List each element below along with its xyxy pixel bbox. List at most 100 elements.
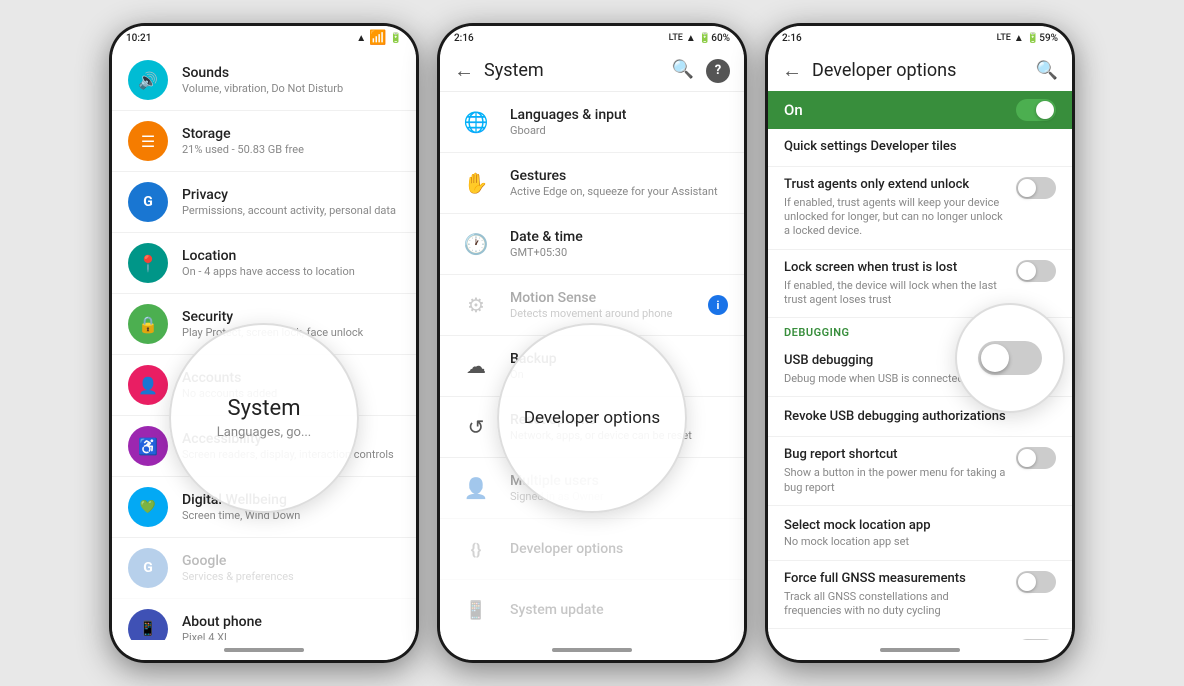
lock-screen-title: Lock screen when trust is lost	[784, 260, 1008, 277]
settings-item-storage[interactable]: ☰ Storage 21% used - 50.83 GB free	[112, 111, 416, 172]
location-sub: On - 4 apps have access to location	[182, 265, 400, 279]
circle-main-2: Developer options	[512, 408, 672, 428]
phone-3: 2:16 LTE ▲ 🔋59% ← Developer options 🔍 On…	[765, 23, 1075, 663]
settings-item-google[interactable]: G Google Services & preferences	[112, 538, 416, 599]
about-sub: Pixel 4 XL	[182, 631, 400, 640]
storage-sub: 21% used - 50.83 GB free	[182, 143, 400, 157]
system-item-update[interactable]: 📱 System update	[440, 580, 744, 640]
nav-bar-1	[112, 640, 416, 660]
backup-icon: ☁	[456, 346, 496, 386]
gnss-title: Force full GNSS measurements	[784, 571, 1008, 588]
settings-item-privacy[interactable]: G Privacy Permissions, account activity,…	[112, 172, 416, 233]
motion-sub: Detects movement around phone	[510, 307, 694, 321]
status-icons-1: ▲ 📶 🔋	[356, 30, 402, 46]
settings-item-sounds[interactable]: 🔊 Sounds Volume, vibration, Do Not Distu…	[112, 50, 416, 111]
usb-debug-toggle-large[interactable]	[978, 341, 1042, 375]
dev-item-view-attr[interactable]: Enable view attribute inspection	[768, 629, 1072, 640]
dev-options-title: Developer options	[812, 60, 1026, 81]
lock-screen-sub: If enabled, the device will lock when th…	[784, 279, 1008, 308]
status-bar-1: 10:21 ▲ 📶 🔋	[112, 26, 416, 50]
status-icons-2: LTE ▲ 🔋60%	[669, 33, 730, 44]
system-title: System	[484, 60, 662, 81]
privacy-sub: Permissions, account activity, personal …	[182, 204, 400, 218]
view-attr-toggle[interactable]	[1016, 639, 1056, 640]
usb-debug-circle	[955, 303, 1065, 413]
datetime-icon: 🕐	[456, 224, 496, 264]
lock-screen-toggle[interactable]	[1016, 260, 1056, 282]
nav-bar-2	[440, 640, 744, 660]
dev-item-bug-report[interactable]: Bug report shortcut Show a button in the…	[768, 437, 1072, 505]
dev-item-gnss[interactable]: Force full GNSS measurements Track all G…	[768, 561, 1072, 629]
dev-options-header: ← Developer options 🔍	[768, 50, 1072, 91]
location-icon: 📍	[128, 243, 168, 283]
privacy-title: Privacy	[182, 186, 400, 204]
location-title: Location	[182, 247, 400, 265]
nav-pill-1	[224, 648, 304, 652]
sounds-sub: Volume, vibration, Do Not Disturb	[182, 82, 400, 96]
users-icon: 👤	[456, 468, 496, 508]
system-top-bar: ← System 🔍 ?	[440, 50, 744, 92]
back-button-3[interactable]: ←	[782, 58, 802, 83]
gnss-sub: Track all GNSS constellations and freque…	[784, 590, 1008, 619]
reset-icon: ↺	[456, 407, 496, 447]
digital-wellbeing-sub: Screen time, Wind Down	[182, 509, 400, 523]
languages-title: Languages & input	[510, 106, 728, 124]
security-icon: 🔒	[128, 304, 168, 344]
dev-circle-overlay: Developer options	[497, 323, 687, 513]
dev-item-trust-agents[interactable]: Trust agents only extend unlock If enabl…	[768, 167, 1072, 250]
system-circle-overlay: System Languages, go...	[169, 323, 359, 513]
nav-pill-3	[880, 648, 960, 652]
storage-title: Storage	[182, 125, 400, 143]
circle-main-1: System	[228, 396, 301, 422]
status-bar-3: 2:16 LTE ▲ 🔋59%	[768, 26, 1072, 50]
datetime-sub: GMT+05:30	[510, 246, 728, 260]
languages-icon: 🌐	[456, 102, 496, 142]
on-label: On	[784, 101, 803, 119]
sounds-title: Sounds	[182, 64, 400, 82]
quick-tiles-title: Quick settings Developer tiles	[784, 139, 1056, 156]
system-item-gestures[interactable]: ✋ Gestures Active Edge on, squeeze for y…	[440, 153, 744, 214]
gestures-icon: ✋	[456, 163, 496, 203]
bug-report-title: Bug report shortcut	[784, 447, 1008, 464]
phone-2: 2:16 LTE ▲ 🔋60% ← System 🔍 ? 🌐 Languages…	[437, 23, 747, 663]
gnss-toggle[interactable]	[1016, 571, 1056, 593]
privacy-icon: G	[128, 182, 168, 222]
accessibility-icon: ♿	[128, 426, 168, 466]
update-title: System update	[510, 601, 728, 619]
dev-item-quick-tiles[interactable]: Quick settings Developer tiles	[768, 129, 1072, 167]
dev-options-toggle[interactable]	[1016, 99, 1056, 121]
circle-sub-1: Languages, go...	[217, 425, 311, 440]
bug-report-toggle[interactable]	[1016, 447, 1056, 469]
gestures-sub: Active Edge on, squeeze for your Assista…	[510, 185, 728, 199]
about-title: About phone	[182, 613, 400, 631]
gestures-title: Gestures	[510, 167, 728, 185]
settings-item-location[interactable]: 📍 Location On - 4 apps have access to lo…	[112, 233, 416, 294]
system-item-dev[interactable]: {} Developer options	[440, 519, 744, 580]
dev-title: Developer options	[510, 540, 728, 558]
status-time-1: 10:21	[126, 33, 151, 44]
trust-agents-sub: If enabled, trust agents will keep your …	[784, 196, 1008, 239]
about-icon: 📱	[128, 609, 168, 640]
status-icons-3: LTE ▲ 🔋59%	[997, 33, 1058, 44]
mock-location-title: Select mock location app	[784, 518, 1056, 533]
system-item-datetime[interactable]: 🕐 Date & time GMT+05:30	[440, 214, 744, 275]
bug-report-sub: Show a button in the power menu for taki…	[784, 466, 1008, 495]
dev-item-mock-location[interactable]: Select mock location app No mock locatio…	[768, 506, 1072, 561]
digital-wellbeing-icon: 💚	[128, 487, 168, 527]
trust-agents-toggle[interactable]	[1016, 177, 1056, 199]
accounts-icon: 👤	[128, 365, 168, 405]
google-icon: G	[128, 548, 168, 588]
search-icon-3[interactable]: 🔍	[1036, 60, 1058, 81]
motion-icon: ⚙	[456, 285, 496, 325]
storage-icon: ☰	[128, 121, 168, 161]
settings-item-about[interactable]: 📱 About phone Pixel 4 XL	[112, 599, 416, 640]
nav-bar-3	[768, 640, 1072, 660]
search-icon-2[interactable]: 🔍	[672, 59, 694, 83]
help-icon-2[interactable]: ?	[706, 59, 730, 83]
motion-info-icon[interactable]: i	[708, 295, 728, 315]
update-icon: 📱	[456, 590, 496, 630]
sounds-icon: 🔊	[128, 60, 168, 100]
back-button-2[interactable]: ←	[454, 58, 474, 83]
on-bar: On	[768, 91, 1072, 129]
system-item-languages[interactable]: 🌐 Languages & input Gboard	[440, 92, 744, 153]
